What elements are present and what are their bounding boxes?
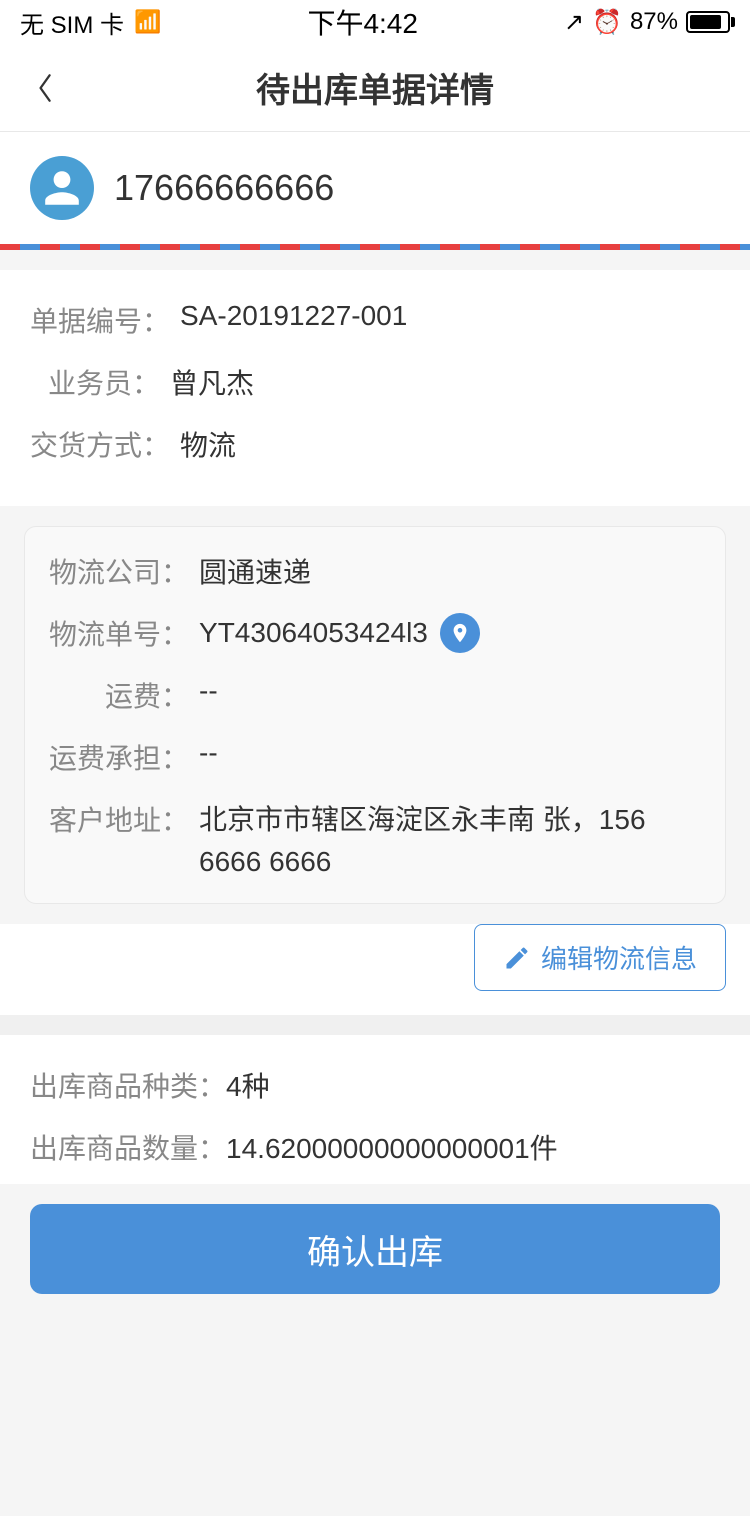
product-types-row: 出库商品种类： 4种: [30, 1065, 720, 1105]
delivery-row: 交货方式： 物流: [30, 424, 720, 464]
location-icon[interactable]: [440, 613, 480, 653]
product-types-label: 出库商品种类：: [30, 1065, 226, 1105]
salesman-row: 业务员： 曾凡杰: [30, 362, 720, 402]
logistics-freight-row: 运费： --: [49, 675, 701, 715]
document-info-section: 单据编号： SA-20191227-001 业务员： 曾凡杰 交货方式： 物流: [0, 270, 750, 506]
document-number-label: 单据编号：: [30, 300, 180, 340]
edit-logistics-label: 编辑物流信息: [541, 939, 697, 976]
status-bar: 无 SIM 卡 📶 下午4:42 ↗ ⏰ 87%: [0, 0, 750, 44]
status-left: 无 SIM 卡 📶: [20, 5, 161, 40]
decorative-line: [0, 244, 750, 250]
confirm-outbound-button[interactable]: 确认出库: [30, 1204, 720, 1294]
salesman-label: 业务员：: [30, 362, 170, 402]
delivery-value: 物流: [180, 424, 720, 464]
logistics-company-value: 圆通速递: [199, 551, 701, 591]
tracking-number: YT43064053424l3: [199, 617, 428, 649]
product-quantity-value: 14.62000000000000001件: [226, 1127, 558, 1167]
products-section: 出库商品种类： 4种 出库商品数量： 14.62000000000000001件: [0, 1035, 750, 1209]
logistics-card: 物流公司： 圆通速递 物流单号： YT43064053424l3 运费： -- …: [24, 526, 726, 904]
back-button[interactable]: [24, 66, 68, 110]
logistics-address-value: 北京市市辖区海淀区永丰南 张，156 6666 6666: [199, 799, 701, 883]
customer-phone: 17666666666: [114, 167, 334, 209]
sim-status: 无 SIM 卡: [20, 5, 124, 40]
document-number-row: 单据编号： SA-20191227-001: [30, 300, 720, 340]
logistics-tracking-row: 物流单号： YT43064053424l3: [49, 613, 701, 653]
salesman-value: 曾凡杰: [170, 362, 720, 402]
logistics-address-label: 客户地址：: [49, 799, 199, 839]
status-time: 下午4:42: [307, 2, 418, 42]
battery-percent: 87%: [630, 8, 678, 36]
delivery-label: 交货方式：: [30, 424, 180, 464]
battery-icon: [686, 11, 730, 33]
logistics-freight-bear-row: 运费承担： --: [49, 737, 701, 777]
logistics-address-row: 客户地址： 北京市市辖区海淀区永丰南 张，156 6666 6666: [49, 799, 701, 883]
gps-icon: ↗: [564, 8, 584, 37]
bottom-spacer: [0, 1316, 750, 1516]
logistics-freight-value: --: [199, 675, 701, 707]
document-number-value: SA-20191227-001: [180, 300, 720, 332]
status-right: ↗ ⏰ 87%: [564, 8, 730, 37]
edit-logistics-wrap: 编辑物流信息: [0, 924, 750, 1015]
section-divider: [0, 1015, 750, 1035]
nav-bar: 待出库单据详情: [0, 44, 750, 132]
product-types-value: 4种: [226, 1065, 270, 1105]
edit-logistics-button[interactable]: 编辑物流信息: [474, 924, 726, 991]
avatar: [30, 156, 94, 220]
logistics-freight-bear-value: --: [199, 737, 701, 769]
logistics-tracking-label: 物流单号：: [49, 613, 199, 653]
wifi-icon: 📶: [134, 9, 161, 35]
page-title: 待出库单据详情: [256, 63, 494, 112]
logistics-tracking-value: YT43064053424l3: [199, 613, 701, 653]
alarm-icon: ⏰: [592, 8, 622, 37]
logistics-freight-bear-label: 运费承担：: [49, 737, 199, 777]
logistics-company-label: 物流公司：: [49, 551, 199, 591]
product-quantity-row: 出库商品数量： 14.62000000000000001件: [30, 1127, 720, 1167]
logistics-freight-label: 运费：: [49, 675, 199, 715]
confirm-btn-wrap: 确认出库: [0, 1184, 750, 1334]
logistics-company-row: 物流公司： 圆通速递: [49, 551, 701, 591]
product-quantity-label: 出库商品数量：: [30, 1127, 226, 1167]
confirm-btn-label: 确认出库: [307, 1225, 443, 1274]
customer-row: 17666666666: [0, 132, 750, 244]
